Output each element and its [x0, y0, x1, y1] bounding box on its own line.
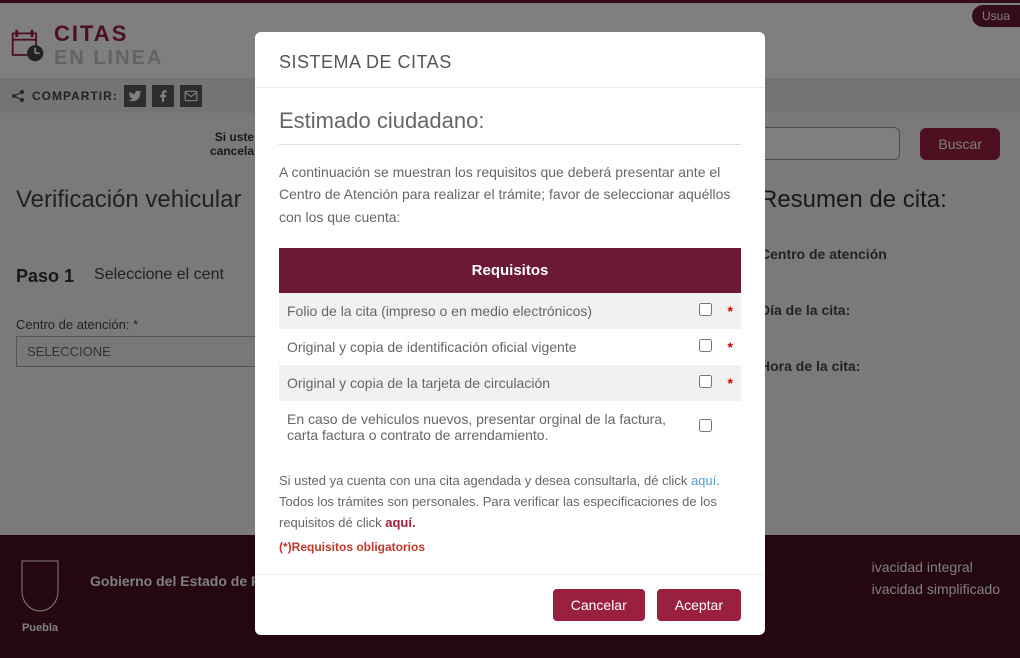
modal-overlay: SISTEMA DE CITAS Estimado ciudadano: A c…	[0, 0, 1020, 658]
requirements-header: Requisitos	[279, 248, 741, 293]
accept-button[interactable]: Aceptar	[657, 589, 741, 621]
cancel-button[interactable]: Cancelar	[553, 589, 645, 621]
req-text: Folio de la cita (impreso o en medio ele…	[279, 293, 691, 329]
req-checkbox[interactable]	[699, 375, 712, 388]
req-checkbox[interactable]	[699, 339, 712, 352]
req-mandatory-icon: *	[720, 293, 741, 329]
modal-dialog: SISTEMA DE CITAS Estimado ciudadano: A c…	[255, 32, 765, 635]
req-text: Original y copia de identificación ofici…	[279, 329, 691, 365]
modal-intro: A continuación se muestran los requisito…	[279, 161, 741, 228]
req-text: Original y copia de la tarjeta de circul…	[279, 365, 691, 401]
modal-title: SISTEMA DE CITAS	[255, 32, 765, 88]
modal-greeting: Estimado ciudadano:	[279, 108, 741, 145]
specs-link[interactable]: aquí.	[385, 515, 415, 530]
req-mandatory-icon: *	[720, 365, 741, 401]
consult-link[interactable]: aquí	[691, 473, 716, 488]
req-checkbox[interactable]	[699, 303, 712, 316]
mandatory-note: (*)Requisitos obligatorios	[279, 540, 741, 554]
consult-text: Si usted ya cuenta con una cita agendada…	[279, 473, 691, 488]
req-text: En caso de vehiculos nuevos, presentar o…	[279, 401, 691, 453]
req-mandatory-icon: *	[720, 329, 741, 365]
specs-text: Todos los trámites son personales. Para …	[279, 494, 717, 530]
req-checkbox[interactable]	[699, 419, 712, 432]
